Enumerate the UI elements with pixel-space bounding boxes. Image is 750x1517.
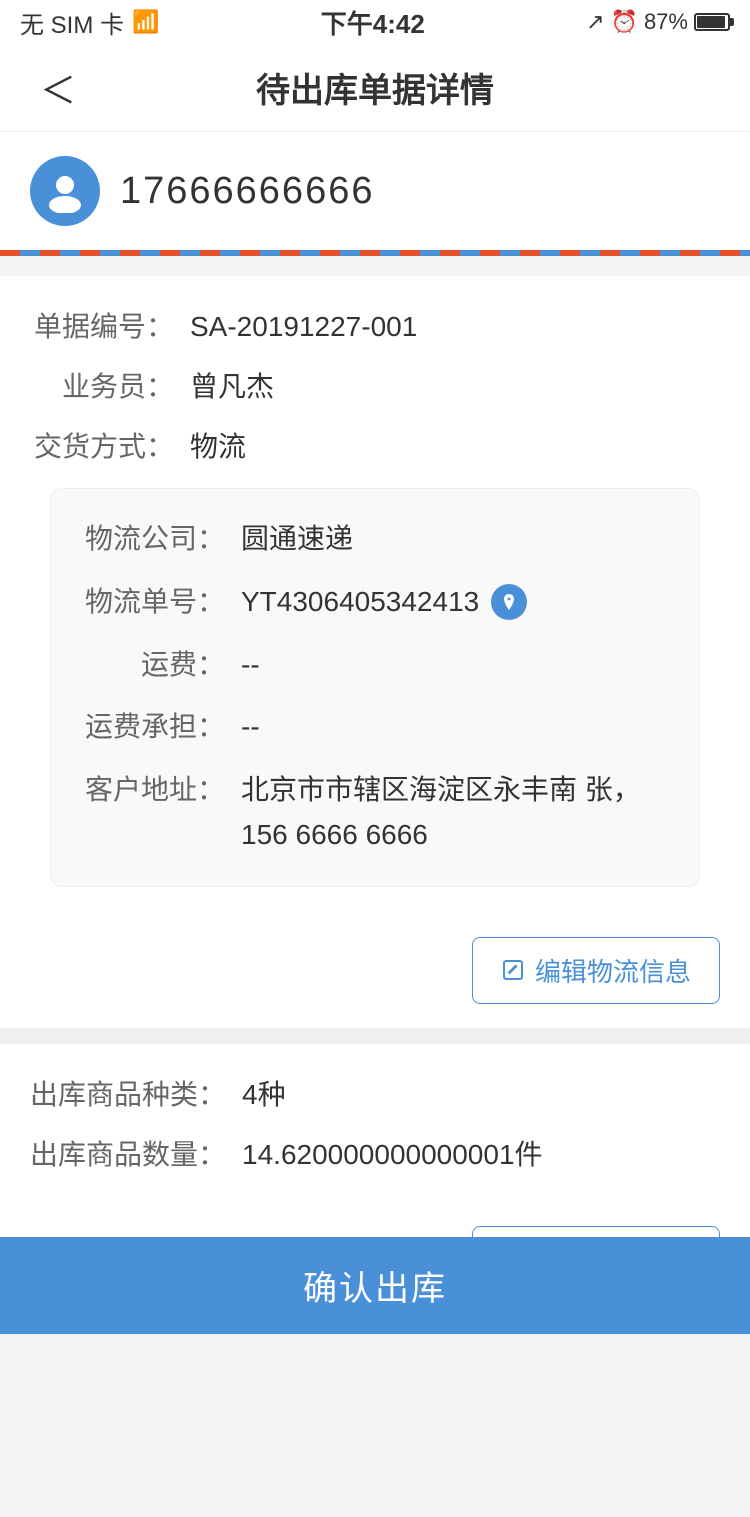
address-row: 客户地址： 北京市市辖区海淀区永丰南 张，156 6666 6666 [81, 768, 669, 858]
battery-icon [694, 13, 730, 31]
logistics-tracking-label: 物流单号： [81, 580, 241, 625]
delivery-label: 交货方式： [30, 426, 190, 468]
status-time: 下午4:42 [321, 4, 425, 41]
delivery-row: 交货方式： 物流 [30, 426, 720, 468]
product-quantity-value: 14.620000000000001件 [242, 1134, 720, 1176]
alarm-icon: ⏰ [611, 9, 638, 35]
product-quantity-label: 出库商品数量： [30, 1134, 242, 1176]
delivery-value: 物流 [190, 426, 720, 468]
product-types-label: 出库商品种类： [30, 1074, 242, 1116]
product-types-row: 出库商品种类： 4种 [30, 1074, 720, 1116]
status-right: ↗ ⏰ 87% [586, 9, 730, 35]
freight-value: -- [241, 643, 669, 688]
product-section: 出库商品种类： 4种 出库商品数量： 14.620000000000001件 [0, 1044, 750, 1206]
back-button[interactable]: ＜ [30, 52, 86, 124]
freight-row: 运费： -- [81, 643, 669, 688]
logistics-company-label: 物流公司： [81, 517, 241, 562]
product-quantity-row: 出库商品数量： 14.620000000000001件 [30, 1134, 720, 1176]
logistics-tracking-value: YT4306405342413 [241, 580, 669, 625]
freight-bearer-value: -- [241, 705, 669, 750]
edit-btn-row: 编辑物流信息 [0, 917, 750, 1028]
address-label: 客户地址： [81, 768, 241, 813]
avatar [30, 156, 100, 226]
freight-bearer-row: 运费承担： -- [81, 705, 669, 750]
track-location-icon[interactable] [491, 584, 527, 620]
dashed-separator [0, 250, 750, 256]
battery-text: 87% [644, 9, 688, 35]
salesman-row: 业务员： 曾凡杰 [30, 366, 720, 408]
document-number-label: 单据编号： [30, 306, 190, 348]
edit-icon [501, 958, 525, 982]
salesman-value: 曾凡杰 [190, 366, 720, 408]
section-divider [0, 1028, 750, 1044]
document-number-value: SA-20191227-001 [190, 306, 720, 348]
bottom-spacer [0, 1317, 750, 1517]
product-types-value: 4种 [242, 1074, 720, 1116]
document-number-row: 单据编号： SA-20191227-001 [30, 306, 720, 348]
freight-bearer-label: 运费承担： [81, 705, 241, 750]
logistics-tracking-row: 物流单号： YT4306405342413 [81, 580, 669, 625]
nav-bar: ＜ 待出库单据详情 [0, 44, 750, 132]
wifi-icon: 📶 [132, 9, 159, 35]
edit-logistics-button[interactable]: 编辑物流信息 [472, 937, 720, 1004]
status-bar: 无 SIM 卡 📶 下午4:42 ↗ ⏰ 87% [0, 0, 750, 44]
logistics-company-value: 圆通速递 [241, 517, 669, 562]
logistics-card: 物流公司： 圆通速递 物流单号： YT4306405342413 运费： -- … [50, 488, 700, 887]
user-section: 17666666666 [0, 132, 750, 250]
carrier-label: 无 SIM 卡 [20, 5, 124, 40]
user-phone: 17666666666 [120, 170, 374, 213]
logistics-company-row: 物流公司： 圆通速递 [81, 517, 669, 562]
confirm-button[interactable]: 确认出库 [0, 1261, 750, 1310]
page-title: 待出库单据详情 [256, 63, 494, 112]
freight-label: 运费： [81, 643, 241, 688]
status-left: 无 SIM 卡 📶 [20, 5, 159, 40]
location-status-icon: ↗ [586, 9, 604, 35]
user-icon [43, 169, 87, 213]
address-value: 北京市市辖区海淀区永丰南 张，156 6666 6666 [241, 768, 669, 858]
salesman-label: 业务员： [30, 366, 190, 408]
confirm-btn-container: 确认出库 [0, 1237, 750, 1334]
document-info-section: 单据编号： SA-20191227-001 业务员： 曾凡杰 交货方式： 物流 … [0, 276, 750, 917]
